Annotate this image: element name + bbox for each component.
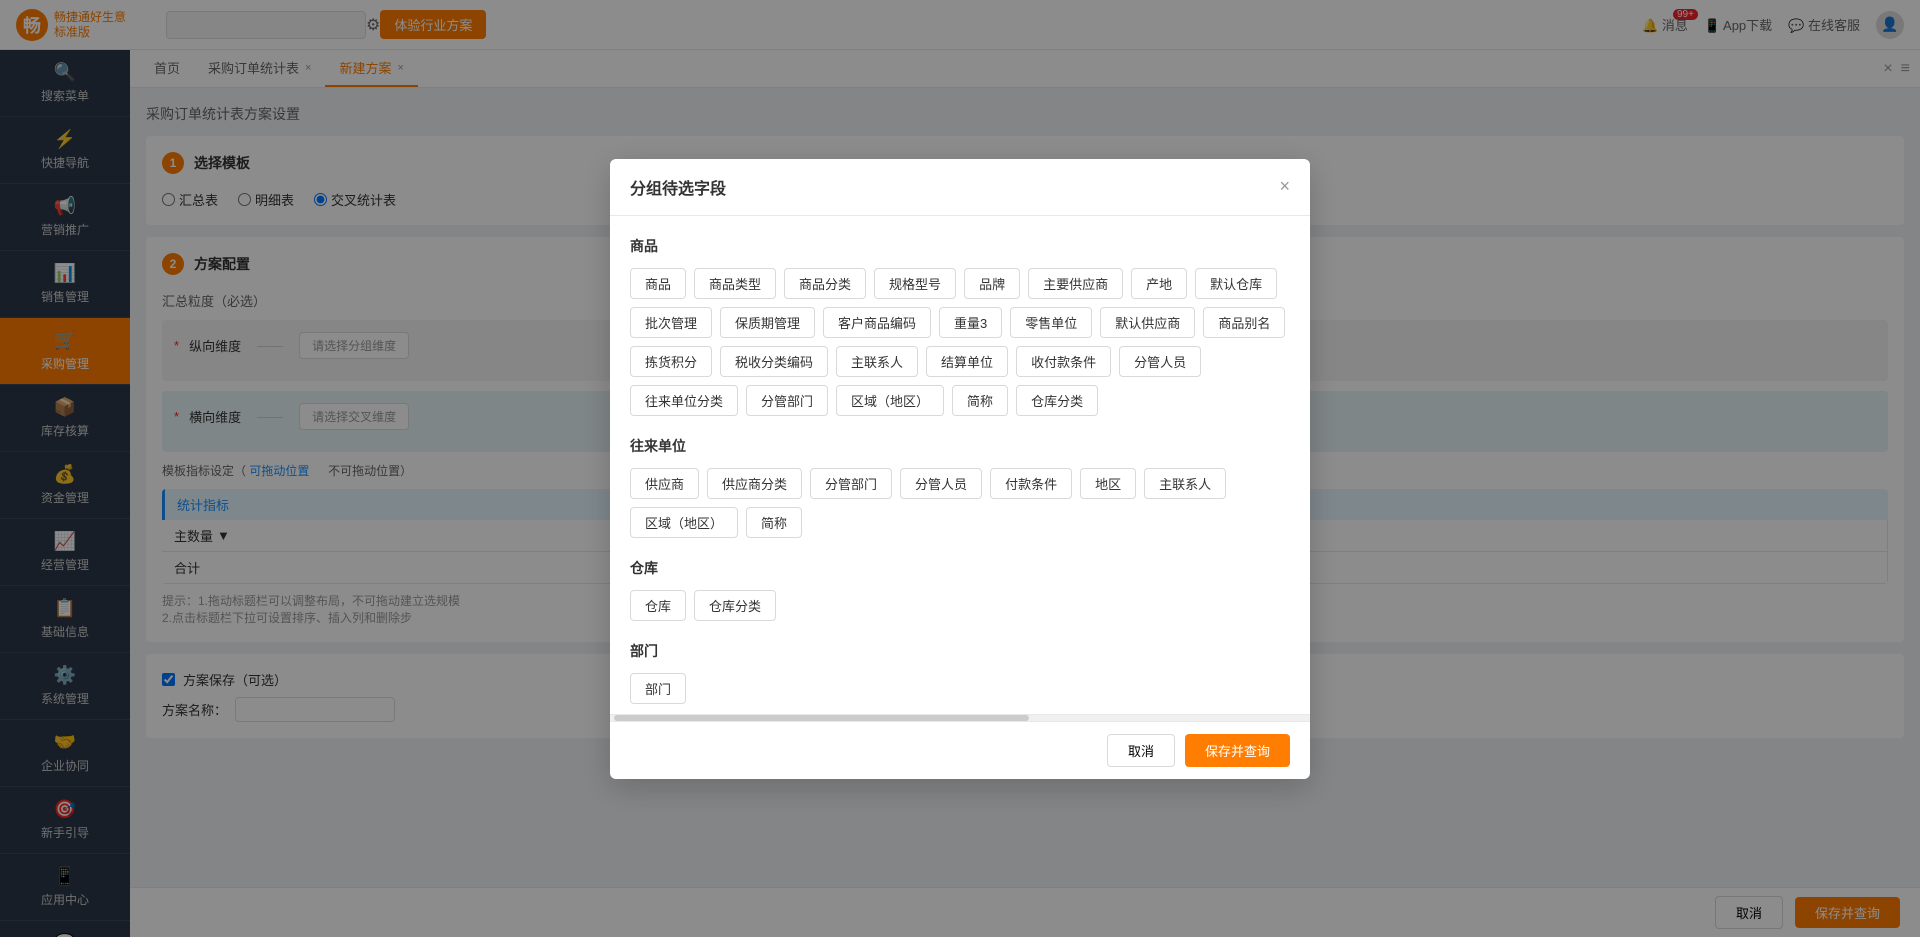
chip-dept-counterpart[interactable]: 分管部门 xyxy=(810,468,892,499)
chip-weight3[interactable]: 重量3 xyxy=(939,307,1002,338)
chip-payment-cond[interactable]: 付款条件 xyxy=(990,468,1072,499)
chip-warehouse[interactable]: 仓库 xyxy=(630,590,686,621)
chip-retail-unit[interactable]: 零售单位 xyxy=(1010,307,1092,338)
modal-footer: 取消 保存并查询 xyxy=(610,721,1310,779)
chip-department[interactable]: 部门 xyxy=(630,673,686,704)
chip-default-supplier[interactable]: 默认供应商 xyxy=(1100,307,1195,338)
section-department-chips: 部门 xyxy=(630,673,1290,704)
chip-settlement-unit[interactable]: 结算单位 xyxy=(926,346,1008,377)
modal-overlay: 分组待选字段 × 商品 商品 商品类型 商品分类 规格型号 品牌 主要供应商 产… xyxy=(0,0,1920,937)
chip-region-goods[interactable]: 区域（地区） xyxy=(836,385,944,416)
chip-goods[interactable]: 商品 xyxy=(630,268,686,299)
chip-warehouse-category[interactable]: 仓库分类 xyxy=(694,590,776,621)
chip-goods-category[interactable]: 商品分类 xyxy=(784,268,866,299)
section-warehouse-title: 仓库 xyxy=(630,558,1290,578)
chip-batch-mgmt[interactable]: 批次管理 xyxy=(630,307,712,338)
modal-body[interactable]: 商品 商品 商品类型 商品分类 规格型号 品牌 主要供应商 产地 默认仓库 批次… xyxy=(610,216,1310,714)
chip-main-contact[interactable]: 主联系人 xyxy=(836,346,918,377)
chip-goods-type[interactable]: 商品类型 xyxy=(694,268,776,299)
chip-short-name-goods[interactable]: 简称 xyxy=(952,385,1008,416)
chip-default-warehouse[interactable]: 默认仓库 xyxy=(1195,268,1277,299)
chip-goods-alias[interactable]: 商品别名 xyxy=(1203,307,1285,338)
section-warehouse: 仓库 仓库 仓库分类 xyxy=(630,558,1290,621)
chip-customer-code[interactable]: 客户商品编码 xyxy=(823,307,931,338)
chip-shelf-life[interactable]: 保质期管理 xyxy=(720,307,815,338)
chip-area-counterpart[interactable]: 区域（地区） xyxy=(630,507,738,538)
chip-pick-score[interactable]: 拣货积分 xyxy=(630,346,712,377)
chip-counterpart-category[interactable]: 往来单位分类 xyxy=(630,385,738,416)
chip-spec-model[interactable]: 规格型号 xyxy=(874,268,956,299)
section-counterpart: 往来单位 供应商 供应商分类 分管部门 分管人员 付款条件 地区 主联系人 区域… xyxy=(630,436,1290,538)
chip-short-name-counterpart[interactable]: 简称 xyxy=(746,507,802,538)
chip-tax-code[interactable]: 税收分类编码 xyxy=(720,346,828,377)
chip-dept[interactable]: 分管部门 xyxy=(746,385,828,416)
modal-cancel-button[interactable]: 取消 xyxy=(1107,734,1175,767)
chip-manager[interactable]: 分管人员 xyxy=(1119,346,1201,377)
section-counterpart-title: 往来单位 xyxy=(630,436,1290,456)
chip-brand[interactable]: 品牌 xyxy=(964,268,1020,299)
modal-header: 分组待选字段 × xyxy=(610,159,1310,216)
section-department: 部门 部门 xyxy=(630,641,1290,704)
chip-manager-counterpart[interactable]: 分管人员 xyxy=(900,468,982,499)
section-department-title: 部门 xyxy=(630,641,1290,661)
chip-region-counterpart[interactable]: 地区 xyxy=(1080,468,1136,499)
chip-main-contact-counterpart[interactable]: 主联系人 xyxy=(1144,468,1226,499)
modal-close-button[interactable]: × xyxy=(1279,176,1290,197)
section-counterpart-chips: 供应商 供应商分类 分管部门 分管人员 付款条件 地区 主联系人 区域（地区） … xyxy=(630,468,1290,538)
section-goods-title: 商品 xyxy=(630,236,1290,256)
modal-title: 分组待选字段 xyxy=(630,175,726,199)
chip-supplier-category[interactable]: 供应商分类 xyxy=(707,468,802,499)
chip-main-supplier[interactable]: 主要供应商 xyxy=(1028,268,1123,299)
chip-origin[interactable]: 产地 xyxy=(1131,268,1187,299)
section-goods-chips: 商品 商品类型 商品分类 规格型号 品牌 主要供应商 产地 默认仓库 批次管理 … xyxy=(630,268,1290,416)
section-warehouse-chips: 仓库 仓库分类 xyxy=(630,590,1290,621)
chip-payment-terms[interactable]: 收付款条件 xyxy=(1016,346,1111,377)
field-select-modal: 分组待选字段 × 商品 商品 商品类型 商品分类 规格型号 品牌 主要供应商 产… xyxy=(610,159,1310,779)
modal-hscrollbar[interactable] xyxy=(610,714,1310,721)
chip-supplier[interactable]: 供应商 xyxy=(630,468,699,499)
modal-confirm-button[interactable]: 保存并查询 xyxy=(1185,734,1290,767)
section-goods: 商品 商品 商品类型 商品分类 规格型号 品牌 主要供应商 产地 默认仓库 批次… xyxy=(630,236,1290,416)
chip-warehouse-category-goods[interactable]: 仓库分类 xyxy=(1016,385,1098,416)
